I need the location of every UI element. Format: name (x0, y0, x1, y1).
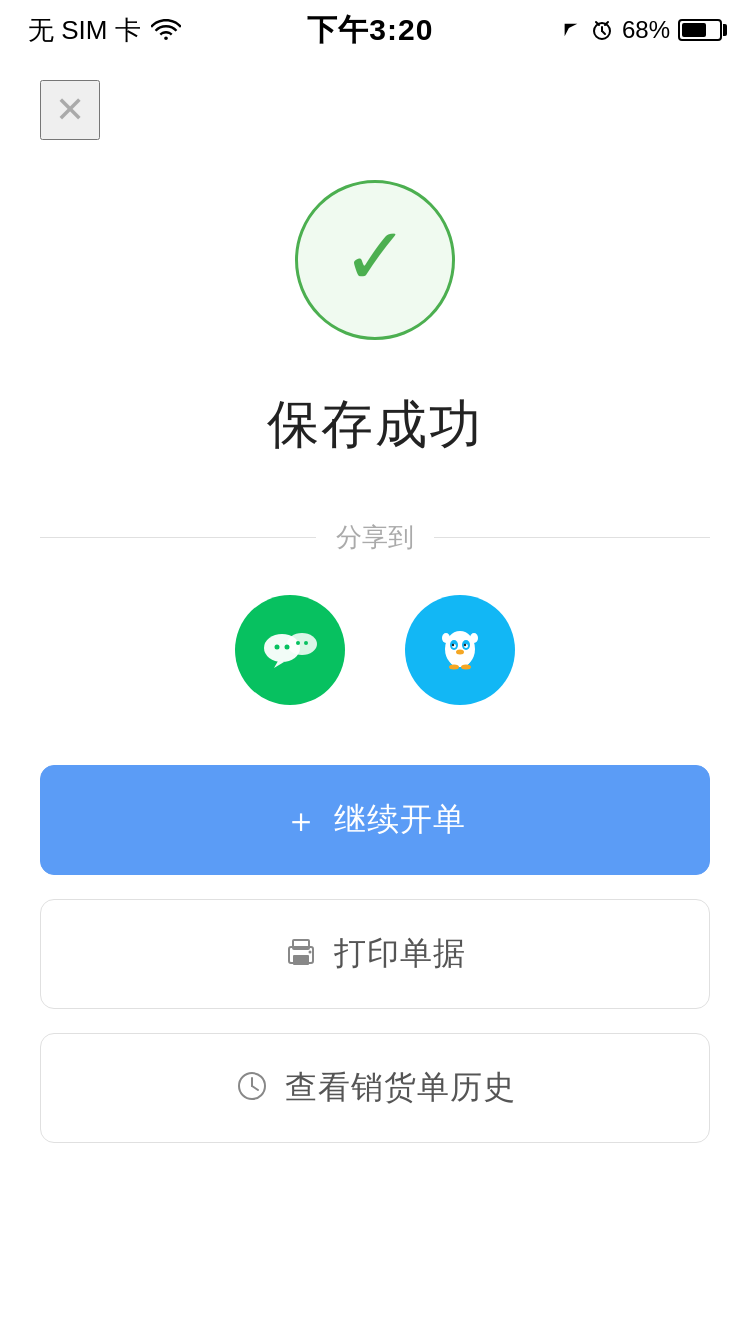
svg-point-19 (456, 650, 464, 655)
history-button[interactable]: 查看销货单历史 (40, 1033, 710, 1143)
svg-line-2 (602, 31, 605, 34)
carrier-text: 无 SIM 卡 (28, 13, 141, 48)
print-label: 打印单据 (334, 932, 466, 976)
location-icon (560, 19, 582, 41)
success-icon-circle: ✓ (295, 180, 455, 340)
clock-icon (235, 1069, 269, 1108)
svg-point-21 (449, 665, 459, 670)
wechat-share-button[interactable] (235, 595, 345, 705)
svg-marker-11 (274, 661, 284, 668)
svg-point-8 (284, 644, 289, 649)
time-display: 下午3:20 (307, 10, 433, 51)
main-content: ✕ ✓ 保存成功 分享到 (0, 60, 750, 1334)
svg-point-23 (442, 633, 450, 643)
success-title: 保存成功 (267, 390, 483, 460)
svg-line-31 (252, 1086, 258, 1090)
checkmark-icon: ✓ (342, 217, 409, 297)
svg-point-7 (274, 644, 279, 649)
battery-bar-icon (678, 19, 722, 41)
carrier-info: 无 SIM 卡 (28, 13, 181, 48)
close-icon: ✕ (55, 92, 85, 128)
battery-percent: 68% (622, 16, 670, 44)
divider-right (434, 537, 710, 538)
svg-point-6 (287, 633, 317, 655)
qq-icon (431, 621, 489, 679)
plus-icon: ＋ (284, 803, 318, 837)
svg-point-17 (452, 644, 454, 646)
svg-point-10 (304, 641, 308, 645)
svg-point-9 (296, 641, 300, 645)
svg-point-24 (470, 633, 478, 643)
share-label: 分享到 (336, 520, 414, 555)
svg-point-22 (461, 665, 471, 670)
svg-point-28 (309, 950, 312, 953)
alarm-icon (590, 18, 614, 42)
printer-icon (284, 935, 318, 974)
close-button[interactable]: ✕ (40, 80, 100, 140)
wifi-icon (151, 19, 181, 41)
share-divider: 分享到 (40, 520, 710, 555)
share-icons-row (235, 595, 515, 705)
history-label: 查看销货单历史 (285, 1066, 516, 1110)
wechat-icon (258, 618, 323, 683)
battery-info: 68% (560, 16, 722, 44)
continue-label: 继续开单 (334, 798, 466, 842)
action-buttons: ＋ 继续开单 打印单据 (40, 765, 710, 1143)
svg-point-18 (464, 644, 466, 646)
continue-button[interactable]: ＋ 继续开单 (40, 765, 710, 875)
divider-left (40, 537, 316, 538)
svg-rect-26 (293, 955, 309, 965)
print-button[interactable]: 打印单据 (40, 899, 710, 1009)
qq-share-button[interactable] (405, 595, 515, 705)
status-bar: 无 SIM 卡 下午3:20 68% (0, 0, 750, 60)
